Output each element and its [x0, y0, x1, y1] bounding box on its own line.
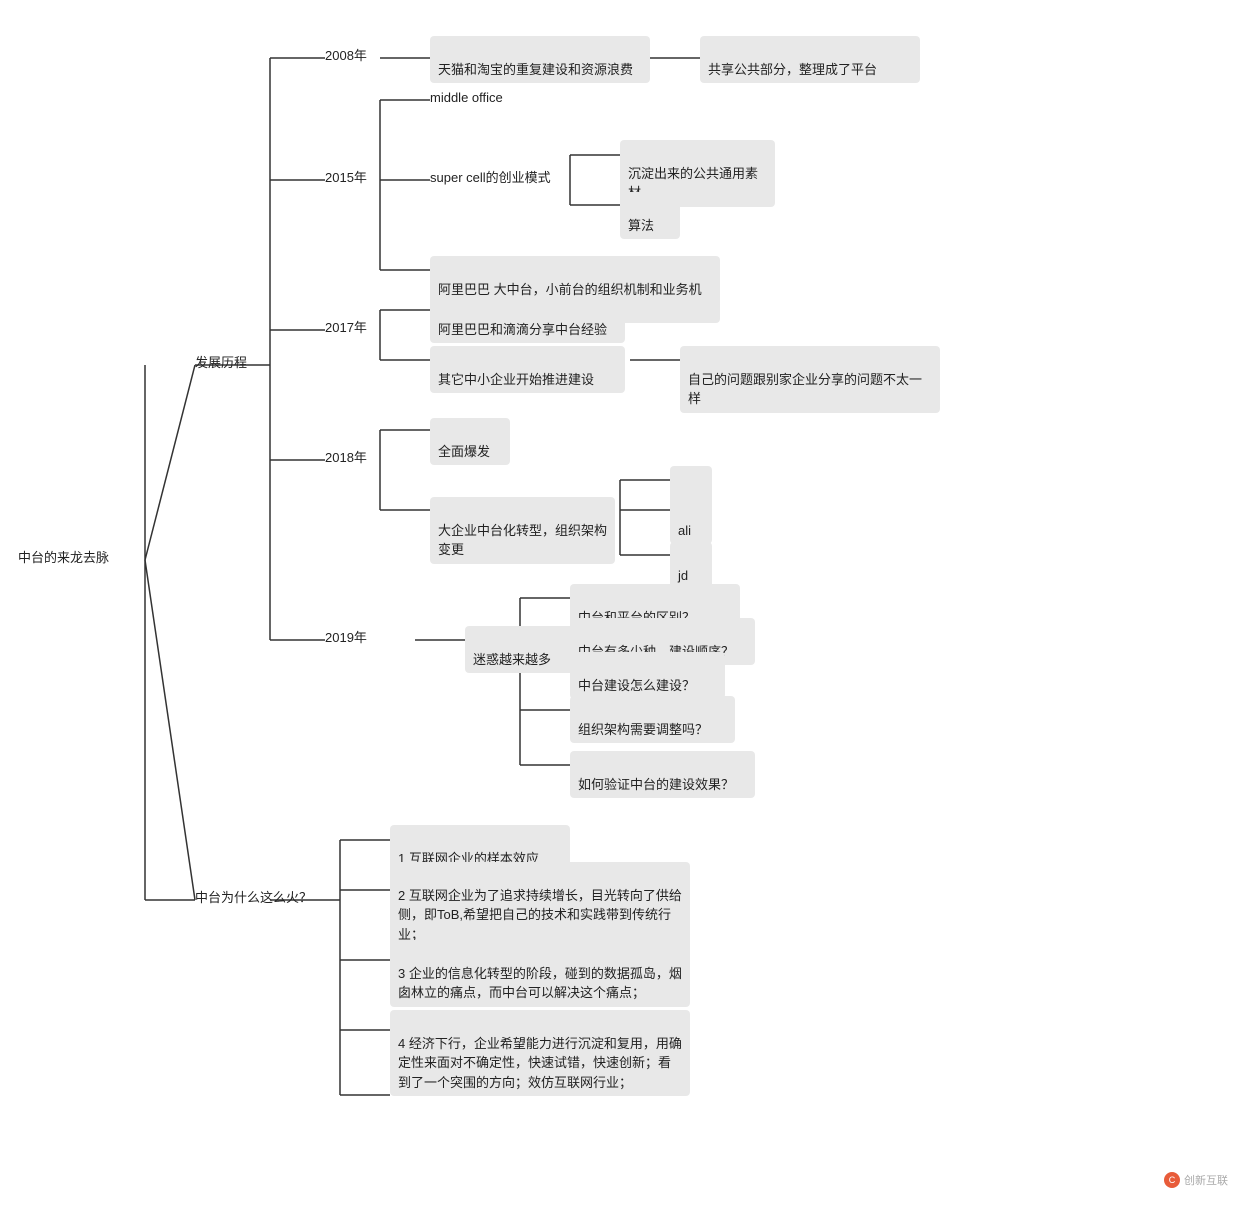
branch-why: 中台为什么这么火？ [195, 888, 312, 908]
watermark-icon: C [1164, 1172, 1180, 1188]
node-super-cell-2: 算法 [620, 192, 680, 239]
year-2018: 2018年 [325, 448, 367, 468]
node-2018-2-2: ali [670, 497, 712, 544]
node-2019-title: 迷惑越来越多 [465, 626, 585, 673]
year-2015: 2015年 [325, 168, 367, 188]
root-node: 中台的来龙去脉 [18, 548, 109, 568]
node-2017-1: 阿里巴巴和滴滴分享中台经验 [430, 296, 625, 343]
node-2008-1: 天猫和淘宝的重复建设和资源浪费 [430, 36, 650, 83]
node-2019-4: 组织架构需要调整吗？ [570, 696, 735, 743]
node-2008-2: 共享公共部分，整理成了平台 [700, 36, 920, 83]
year-2017: 2017年 [325, 318, 367, 338]
node-why-3: 3 企业的信息化转型的阶段，碰到的数据孤岛，烟囱林立的痛点，而中台可以解决这个痛… [390, 940, 690, 1007]
node-2018-2: 大企业中台化转型，组织架构变更 [430, 497, 615, 564]
node-2017-2: 其它中小企业开始推进建设 [430, 346, 625, 393]
node-why-2: 2 互联网企业为了追求持续增长，目光转向了供给侧，即ToB,希望把自己的技术和实… [390, 862, 690, 948]
node-2019-5: 如何验证中台的建设效果？ [570, 751, 755, 798]
node-2017-2-1: 自己的问题跟别家企业分享的问题不太一样 [680, 346, 940, 413]
node-super-cell: super cell的创业模式 [430, 168, 551, 188]
node-2018-1: 全面爆发 [430, 418, 510, 465]
node-2019-3: 中台建设怎么建设？ [570, 652, 725, 699]
branch-development: 发展历程 [195, 353, 247, 373]
node-2018-2-3: jd [670, 542, 712, 589]
mindmap-container: 中台的来龙去脉 发展历程 2008年 天猫和淘宝的重复建设和资源浪费 共享公共部… [0, 0, 1240, 1200]
watermark: C 创新互联 [1164, 1172, 1228, 1188]
node-middle-office: middle office [430, 88, 503, 108]
watermark-text: 创新互联 [1184, 1172, 1228, 1188]
year-2019: 2019年 [325, 628, 367, 648]
year-2008: 2008年 [325, 46, 367, 66]
node-why-4: 4 经济下行，企业希望能力进行沉淀和复用，用确定性来面对不确定性，快速试错，快速… [390, 1010, 690, 1096]
